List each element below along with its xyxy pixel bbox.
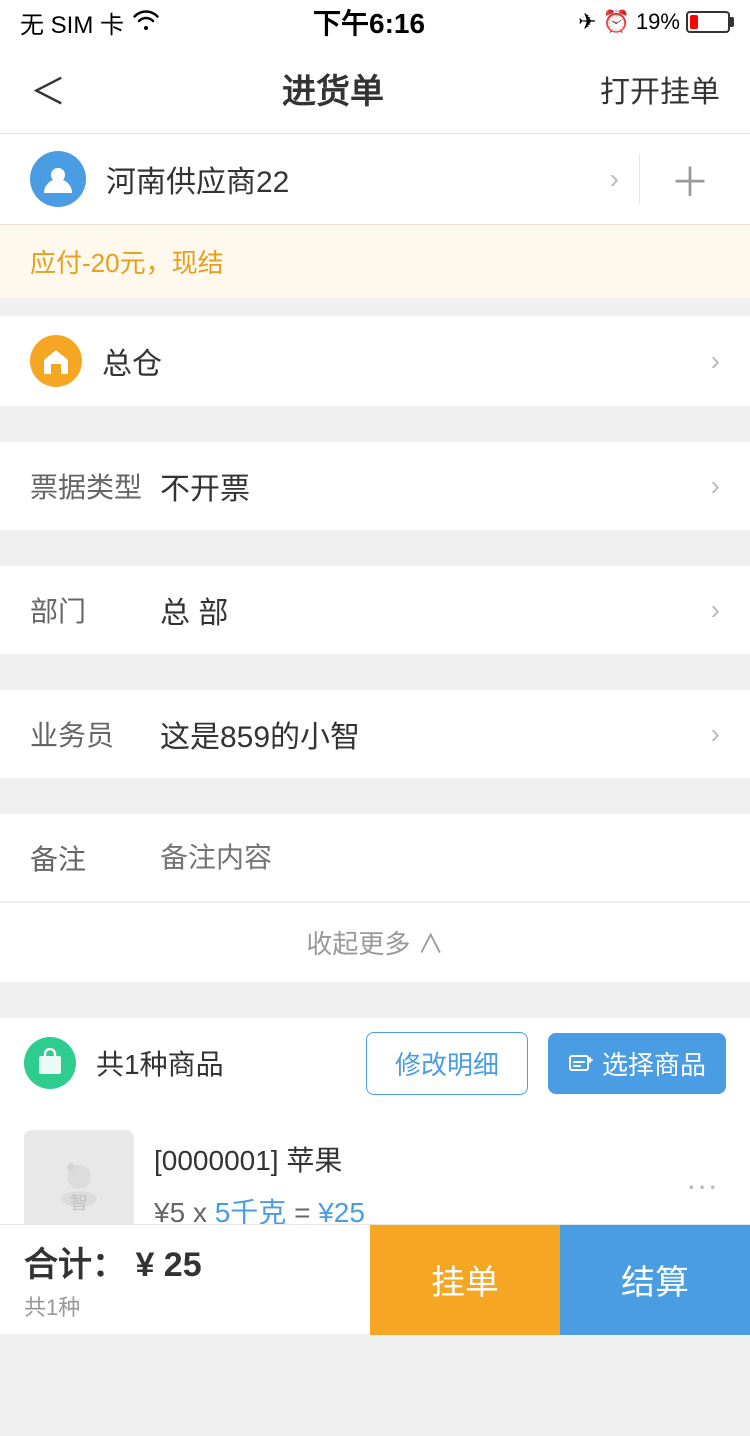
sales-label: 业务员 [30,714,160,754]
warehouse-icon [30,335,82,387]
invoice-value: 不开票 [160,464,701,508]
dept-value: 总 部 [160,588,701,632]
collapse-label: 收起更多 ∧ [306,924,443,961]
dept-card: 部门 总 部 › [0,566,750,654]
remark-label: 备注 [30,838,160,878]
warehouse-card: 总仓 › [0,316,750,406]
remark-input[interactable] [160,842,720,874]
invoice-chevron-icon: › [711,470,720,502]
supplier-chevron-icon: › [610,163,619,195]
divider [639,154,640,204]
product-info: [0000001] 苹果 ¥5 x 5千克 = ¥25 [154,1139,658,1231]
back-button[interactable]: ＜ [30,63,66,115]
supplier-avatar [30,151,86,207]
dept-label: 部门 [30,590,160,630]
product-code: [0000001] [154,1145,279,1176]
add-supplier-button[interactable]: ＋ [660,150,720,208]
battery-percent: 19% [636,9,680,35]
status-right: ✈ ⏰ 19% [578,9,730,35]
location-icon: ✈ [578,9,596,35]
select-product-button[interactable]: 选择商品 [548,1033,726,1094]
select-product-label: 选择商品 [602,1045,706,1082]
warehouse-row[interactable]: 总仓 › [0,316,750,406]
sales-card: 业务员 这是859的小智 › [0,690,750,778]
notice-bar: 应付-20元，现结 [0,224,750,298]
bottom-bar: 合计： ¥ 25 共1种 挂单 结算 [0,1224,750,1334]
page-title: 进货单 [282,64,384,113]
warehouse-chevron-icon: › [711,345,720,377]
status-left: 无 SIM 卡 [20,5,160,40]
battery-fill [690,15,698,29]
notice-text: 应付-20元，现结 [30,248,224,278]
product-title: 苹果 [286,1145,342,1176]
warehouse-name: 总仓 [102,339,701,383]
total-amount: 合计： ¥ 25 [24,1237,346,1286]
alarm-icon: ⏰ [603,9,630,35]
separator4 [0,672,750,690]
hang-button[interactable]: 挂单 [370,1225,560,1335]
open-hang-button[interactable]: 打开挂单 [600,67,720,111]
wifi-icon [132,8,160,37]
separator6 [0,1000,750,1018]
supplier-row[interactable]: 河南供应商22 › ＋ [0,134,750,224]
carrier-text: 无 SIM 卡 [20,5,124,40]
separator5 [0,796,750,814]
total-section: 合计： ¥ 25 共1种 [0,1237,370,1322]
separator2 [0,424,750,442]
sales-chevron-icon: › [711,718,720,750]
status-bar: 无 SIM 卡 下午6:16 ✈ ⏰ 19% [0,0,750,44]
battery-icon [686,11,730,33]
modify-detail-button[interactable]: 修改明细 [366,1032,528,1095]
product-name: [0000001] 苹果 [154,1139,658,1179]
svg-text:智: 智 [70,1193,88,1213]
total-value: ¥ 25 [135,1246,201,1284]
product-more-button[interactable]: ··· [678,1167,726,1204]
invoice-row[interactable]: 票据类型 不开票 › [0,442,750,530]
checkout-button[interactable]: 结算 [560,1225,750,1335]
supplier-card: 河南供应商22 › ＋ 应付-20元，现结 [0,134,750,298]
invoice-card: 票据类型 不开票 › [0,442,750,530]
total-label: 合计： [24,1246,126,1284]
products-count: 共1种商品 [96,1043,346,1083]
separator [0,298,750,316]
sales-value: 这是859的小智 [160,712,701,756]
products-header: 共1种商品 修改明细 选择商品 [0,1018,750,1108]
supplier-name: 河南供应商22 [106,157,600,201]
sales-row[interactable]: 业务员 这是859的小智 › [0,690,750,778]
remark-row[interactable]: 备注 [0,814,750,902]
invoice-label: 票据类型 [30,466,160,506]
remark-card: 备注 收起更多 ∧ [0,814,750,982]
separator3 [0,548,750,566]
total-count: 共1种 [24,1290,346,1322]
status-time: 下午6:16 [313,2,425,42]
dept-row[interactable]: 部门 总 部 › [0,566,750,654]
collapse-row[interactable]: 收起更多 ∧ [0,902,750,982]
products-icon [24,1037,76,1089]
nav-bar: ＜ 进货单 打开挂单 [0,44,750,134]
dept-chevron-icon: › [711,594,720,626]
